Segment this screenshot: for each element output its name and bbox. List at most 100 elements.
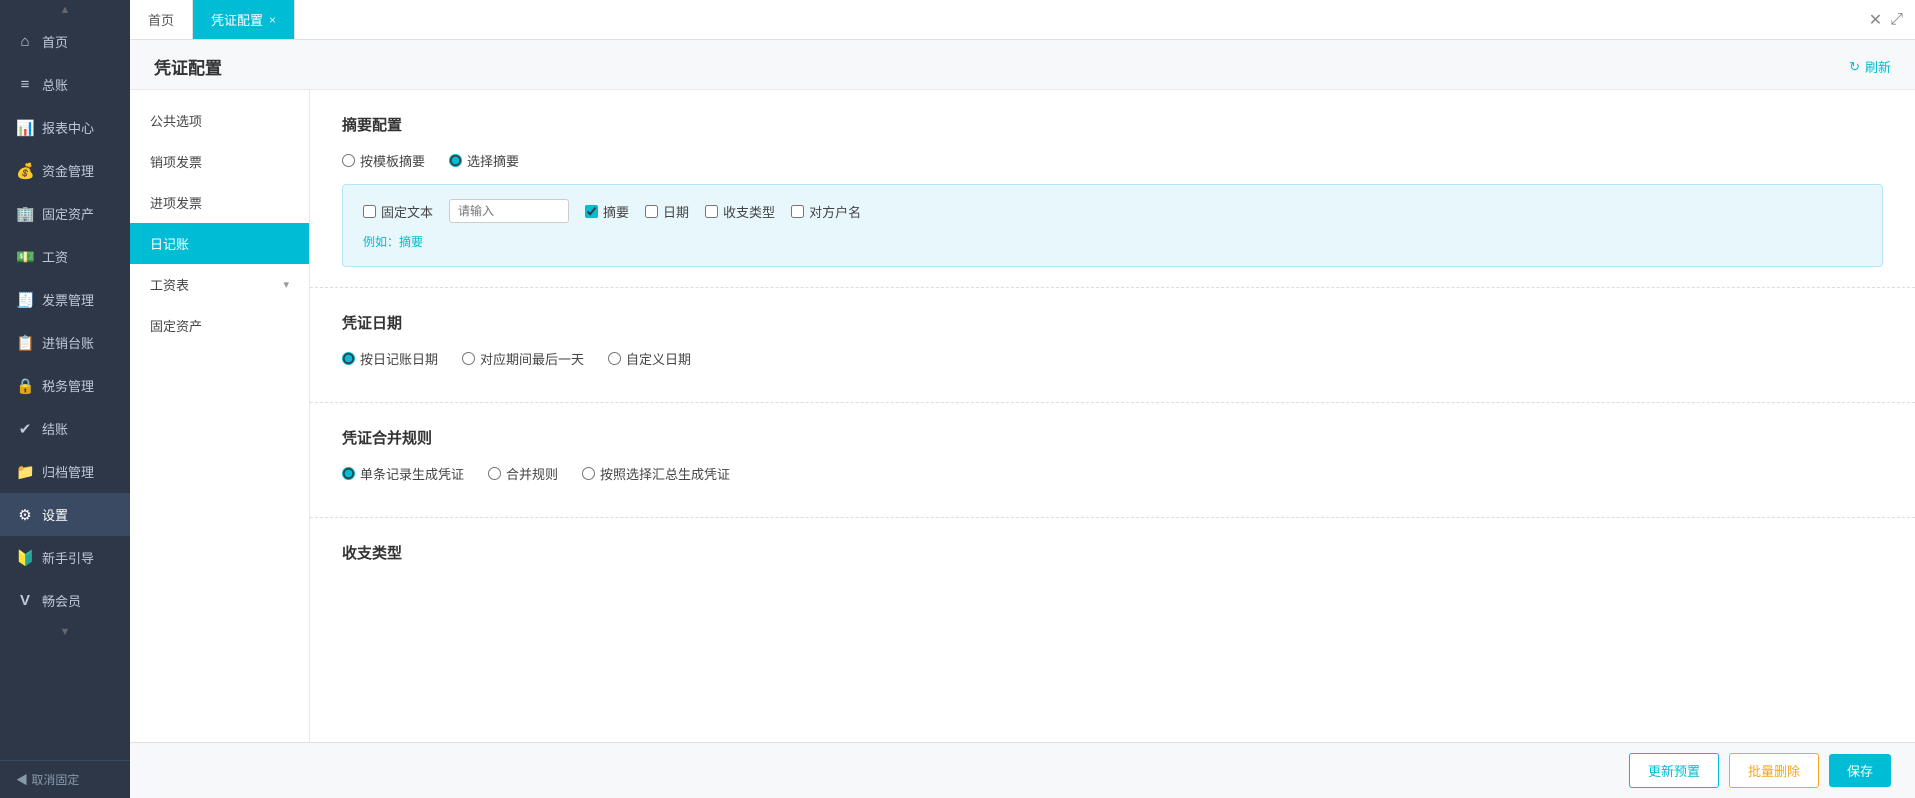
- summary-section-title: 摘要配置: [342, 114, 1883, 135]
- sidebar-item-archive[interactable]: 📁 归档管理: [0, 450, 130, 493]
- invoice-mgmt-icon: 🧾: [16, 291, 34, 309]
- merge-rule-section: 凭证合并规则 单条记录生成凭证 合并规则 按照选择汇总生成凭证: [310, 403, 1915, 518]
- radio-select[interactable]: [449, 154, 462, 167]
- voucher-date-row: 按日记账日期 对应期间最后一天 自定义日期: [342, 349, 1883, 368]
- nav-item-fixed-asset[interactable]: 固定资产: [130, 305, 309, 346]
- expand-icon: ▾: [283, 278, 289, 291]
- window-close-icon[interactable]: ✕: [1869, 10, 1882, 30]
- right-content: 摘要配置 按模板摘要 选择摘要 固定文本: [310, 90, 1915, 742]
- radio-merge[interactable]: [488, 467, 501, 480]
- page-title: 凭证配置: [154, 54, 222, 79]
- fund-icon: 💰: [16, 162, 34, 180]
- payroll-icon: 💵: [16, 248, 34, 266]
- radio-custom-date[interactable]: [608, 352, 621, 365]
- sidebar-scroll-up[interactable]: ▲: [0, 0, 130, 20]
- update-preview-button[interactable]: 更新预置: [1629, 753, 1719, 788]
- summary-config-section: 摘要配置 按模板摘要 选择摘要 固定文本: [310, 90, 1915, 288]
- bottom-action-bar: 更新预置 批量删除 保存: [130, 742, 1915, 798]
- sidebar-item-asset[interactable]: 🏢 固定资产: [0, 192, 130, 235]
- check-date-label[interactable]: 日期: [645, 202, 689, 221]
- settings-icon: ⚙: [16, 506, 34, 524]
- content-body: 公共选项 销项发票 进项发票 日记账 工资表 ▾ 固定资产 摘要配置: [130, 90, 1915, 742]
- sidebar-item-tax[interactable]: 🔒 税务管理: [0, 364, 130, 407]
- sidebar-scroll-down[interactable]: ▼: [0, 622, 130, 642]
- summary-example: 例如：摘要: [363, 233, 1862, 250]
- nav-item-payroll-table[interactable]: 工资表 ▾: [130, 264, 309, 305]
- voucher-date-section: 凭证日期 按日记账日期 对应期间最后一天 自定义日期: [310, 288, 1915, 403]
- radio-template-label[interactable]: 按模板摘要: [342, 151, 425, 170]
- radio-single[interactable]: [342, 467, 355, 480]
- refresh-button[interactable]: ↻ 刷新: [1849, 57, 1891, 76]
- tax-icon: 🔒: [16, 377, 34, 395]
- radio-single-label[interactable]: 单条记录生成凭证: [342, 464, 464, 483]
- left-nav: 公共选项 销项发票 进项发票 日记账 工资表 ▾ 固定资产: [130, 90, 310, 742]
- sidebar-item-home[interactable]: ⌂ 首页: [0, 20, 130, 63]
- radio-last-day[interactable]: [462, 352, 475, 365]
- sidebar: ▲ ⌂ 首页 ≡ 总账 📊 报表中心 💰 资金管理 🏢 固定资产 💵 工资 🧾 …: [0, 0, 130, 798]
- income-type-section: 收支类型: [310, 518, 1915, 599]
- radio-aggregate-label[interactable]: 按照选择汇总生成凭证: [582, 464, 730, 483]
- sidebar-item-vip[interactable]: V 畅会员: [0, 579, 130, 622]
- check-summary-label[interactable]: 摘要: [585, 202, 629, 221]
- archive-icon: 📁: [16, 463, 34, 481]
- check-income-type[interactable]: [705, 205, 718, 218]
- check-fixed-text-label[interactable]: 固定文本: [363, 202, 433, 221]
- save-button[interactable]: 保存: [1829, 754, 1891, 787]
- sidebar-item-settlement[interactable]: ✔ 结账: [0, 407, 130, 450]
- check-summary[interactable]: [585, 205, 598, 218]
- settlement-icon: ✔: [16, 420, 34, 438]
- check-counterpart-label[interactable]: 对方户名: [791, 202, 861, 221]
- tab-home[interactable]: 首页: [130, 0, 193, 39]
- sidebar-unpin-button[interactable]: ◀ 取消固定: [0, 760, 130, 798]
- summary-mode-row: 按模板摘要 选择摘要: [342, 151, 1883, 170]
- check-date[interactable]: [645, 205, 658, 218]
- check-counterpart[interactable]: [791, 205, 804, 218]
- sidebar-item-payroll[interactable]: 💵 工资: [0, 235, 130, 278]
- sidebar-item-guide[interactable]: 🔰 新手引导: [0, 536, 130, 579]
- tab-bar-right: ✕ ⤢: [1869, 10, 1915, 30]
- nav-item-public[interactable]: 公共选项: [130, 100, 309, 141]
- radio-journal-date-label[interactable]: 按日记账日期: [342, 349, 438, 368]
- tab-list: 首页 凭证配置 ×: [130, 0, 295, 39]
- check-income-type-label[interactable]: 收支类型: [705, 202, 775, 221]
- radio-template[interactable]: [342, 154, 355, 167]
- merge-rule-row: 单条记录生成凭证 合并规则 按照选择汇总生成凭证: [342, 464, 1883, 483]
- sidebar-item-report[interactable]: 📊 报表中心: [0, 106, 130, 149]
- guide-icon: 🔰: [16, 549, 34, 567]
- sidebar-item-ledger[interactable]: ≡ 总账: [0, 63, 130, 106]
- sidebar-item-settings[interactable]: ⚙ 设置: [0, 493, 130, 536]
- sidebar-item-sales-ledger[interactable]: 📋 进销台账: [0, 321, 130, 364]
- radio-journal-date[interactable]: [342, 352, 355, 365]
- voucher-date-title: 凭证日期: [342, 312, 1883, 333]
- batch-delete-button[interactable]: 批量删除: [1729, 753, 1819, 788]
- ledger-icon: ≡: [16, 76, 34, 93]
- tab-bar: 首页 凭证配置 × ✕ ⤢: [130, 0, 1915, 40]
- window-resize-icon[interactable]: ⤢: [1890, 11, 1903, 29]
- check-fixed-text[interactable]: [363, 205, 376, 218]
- fixed-text-input[interactable]: [449, 199, 569, 223]
- sidebar-item-invoice-mgmt[interactable]: 🧾 发票管理: [0, 278, 130, 321]
- summary-checkboxes-row: 固定文本 摘要 日期 收支类型: [363, 199, 1862, 223]
- asset-icon: 🏢: [16, 205, 34, 223]
- tab-close-button[interactable]: ×: [269, 13, 276, 27]
- radio-aggregate[interactable]: [582, 467, 595, 480]
- radio-custom-date-label[interactable]: 自定义日期: [608, 349, 691, 368]
- content-header: 凭证配置 ↻ 刷新: [130, 40, 1915, 90]
- nav-item-sales-invoice[interactable]: 销项发票: [130, 141, 309, 182]
- refresh-icon: ↻: [1849, 59, 1860, 75]
- nav-item-purchase-invoice[interactable]: 进项发票: [130, 182, 309, 223]
- summary-options-box: 固定文本 摘要 日期 收支类型: [342, 184, 1883, 267]
- nav-item-journal[interactable]: 日记账: [130, 223, 309, 264]
- merge-rule-title: 凭证合并规则: [342, 427, 1883, 448]
- radio-merge-label[interactable]: 合并规则: [488, 464, 558, 483]
- report-icon: 📊: [16, 119, 34, 137]
- tab-voucher-config[interactable]: 凭证配置 ×: [193, 0, 295, 39]
- sales-ledger-icon: 📋: [16, 334, 34, 352]
- main-area: 首页 凭证配置 × ✕ ⤢ 凭证配置 ↻ 刷新 公共选项 销项发票: [130, 0, 1915, 798]
- home-icon: ⌂: [16, 33, 34, 50]
- vip-icon: V: [16, 592, 34, 609]
- radio-last-day-label[interactable]: 对应期间最后一天: [462, 349, 584, 368]
- income-type-title: 收支类型: [342, 542, 1883, 563]
- sidebar-item-fund[interactable]: 💰 资金管理: [0, 149, 130, 192]
- radio-select-label[interactable]: 选择摘要: [449, 151, 519, 170]
